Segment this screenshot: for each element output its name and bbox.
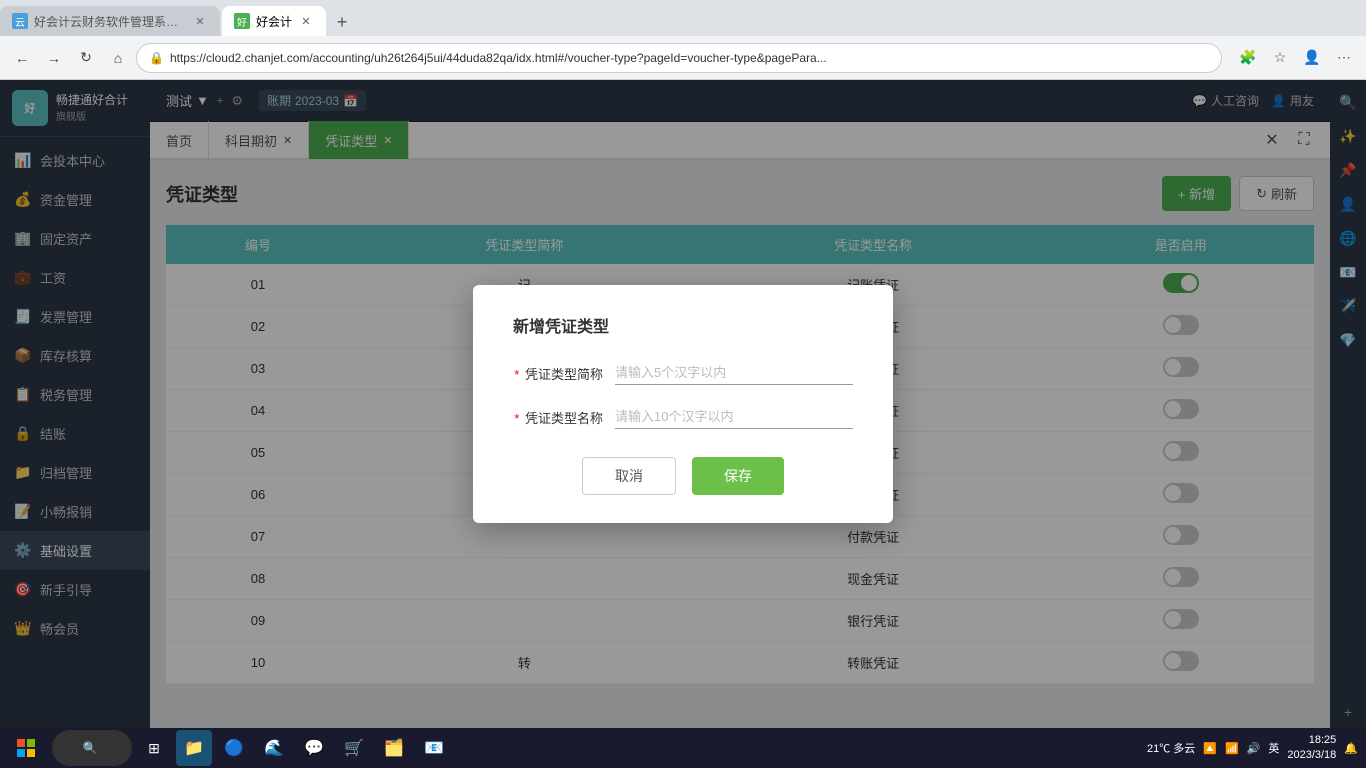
tab1-title: 好会计云财务软件管理系统_会计 [34, 13, 186, 30]
browser-tab-2[interactable]: 好 好会计 ✕ [222, 6, 326, 36]
abbr-input[interactable] [615, 361, 853, 385]
name-required-star: * [514, 411, 519, 426]
name-label: * 凭证类型名称 [513, 408, 603, 427]
taskbar-time[interactable]: 18:25 2023/3/18 [1287, 733, 1336, 764]
abbr-form-row: * 凭证类型简称 [513, 361, 853, 385]
address-bar[interactable]: 🔒 https://cloud2.chanjet.com/accounting/… [136, 43, 1222, 73]
cancel-button[interactable]: 取消 [582, 457, 676, 495]
refresh-btn[interactable]: ↻ [72, 44, 100, 72]
taskbar-taskview-btn[interactable]: ⊞ [136, 730, 172, 766]
taskbar-apps: 🔍 ⊞ 📁 🔵 🌊 💬 🛒 🗂️ 📧 [52, 730, 452, 766]
modal-overlay: 新增凭证类型 * 凭证类型简称 * 凭证类型名称 取消 保存 [0, 80, 1366, 728]
tray-network-icon[interactable]: 🔼 [1203, 742, 1217, 755]
add-voucher-type-modal: 新增凭证类型 * 凭证类型简称 * 凭证类型名称 取消 保存 [473, 285, 893, 523]
taskbar-tray: 21℃ 多云 🔼 📶 🔊 英 18:25 2023/3/18 🔔 [1147, 733, 1358, 764]
extensions-btn[interactable]: 🧩 [1234, 44, 1262, 72]
tray-sound-icon[interactable]: 🔊 [1247, 742, 1261, 755]
modal-title: 新增凭证类型 [513, 313, 853, 337]
taskbar-mail-btn[interactable]: 📧 [416, 730, 452, 766]
name-form-row: * 凭证类型名称 [513, 405, 853, 429]
taskbar-files-btn[interactable]: 🗂️ [376, 730, 412, 766]
modal-actions: 取消 保存 [513, 457, 853, 495]
taskbar-chrome-btn[interactable]: 🔵 [216, 730, 252, 766]
profile-btn[interactable]: 👤 [1298, 44, 1326, 72]
menu-btn[interactable]: ⋯ [1330, 44, 1358, 72]
back-btn[interactable]: ← [8, 44, 36, 72]
tab2-favicon: 好 [234, 13, 250, 29]
save-button[interactable]: 保存 [692, 457, 784, 495]
name-input[interactable] [615, 405, 853, 429]
taskbar-edge-btn[interactable]: 🌊 [256, 730, 292, 766]
forward-btn[interactable]: → [40, 44, 68, 72]
home-btn[interactable]: ⌂ [104, 44, 132, 72]
tray-wifi-icon[interactable]: 📶 [1225, 742, 1239, 755]
abbr-required-star: * [514, 367, 519, 382]
tab1-favicon: 云 [12, 13, 28, 29]
favorites-btn[interactable]: ☆ [1266, 44, 1294, 72]
address-text: https://cloud2.chanjet.com/accounting/uh… [170, 51, 1209, 65]
taskbar-wechat-btn[interactable]: 💬 [296, 730, 332, 766]
browser-tab-1[interactable]: 云 好会计云财务软件管理系统_会计 ✕ [0, 6, 220, 36]
tab1-close-btn[interactable]: ✕ [192, 13, 208, 29]
tray-weather: 21℃ 多云 [1147, 740, 1195, 756]
tab2-title: 好会计 [256, 13, 292, 30]
tab2-close-btn[interactable]: ✕ [298, 13, 314, 29]
taskbar-search-btn[interactable]: 🔍 [52, 730, 132, 766]
tray-notification-icon[interactable]: 🔔 [1344, 742, 1358, 755]
abbr-label: * 凭证类型简称 [513, 364, 603, 383]
start-btn[interactable] [8, 730, 44, 766]
new-tab-btn[interactable]: + [328, 8, 356, 36]
taskbar-explorer-btn[interactable]: 📁 [176, 730, 212, 766]
taskbar-store-btn[interactable]: 🛒 [336, 730, 372, 766]
tray-lang: 英 [1268, 740, 1279, 756]
taskbar: 🔍 ⊞ 📁 🔵 🌊 💬 🛒 🗂️ 📧 21℃ 多云 🔼 📶 [0, 728, 1366, 768]
